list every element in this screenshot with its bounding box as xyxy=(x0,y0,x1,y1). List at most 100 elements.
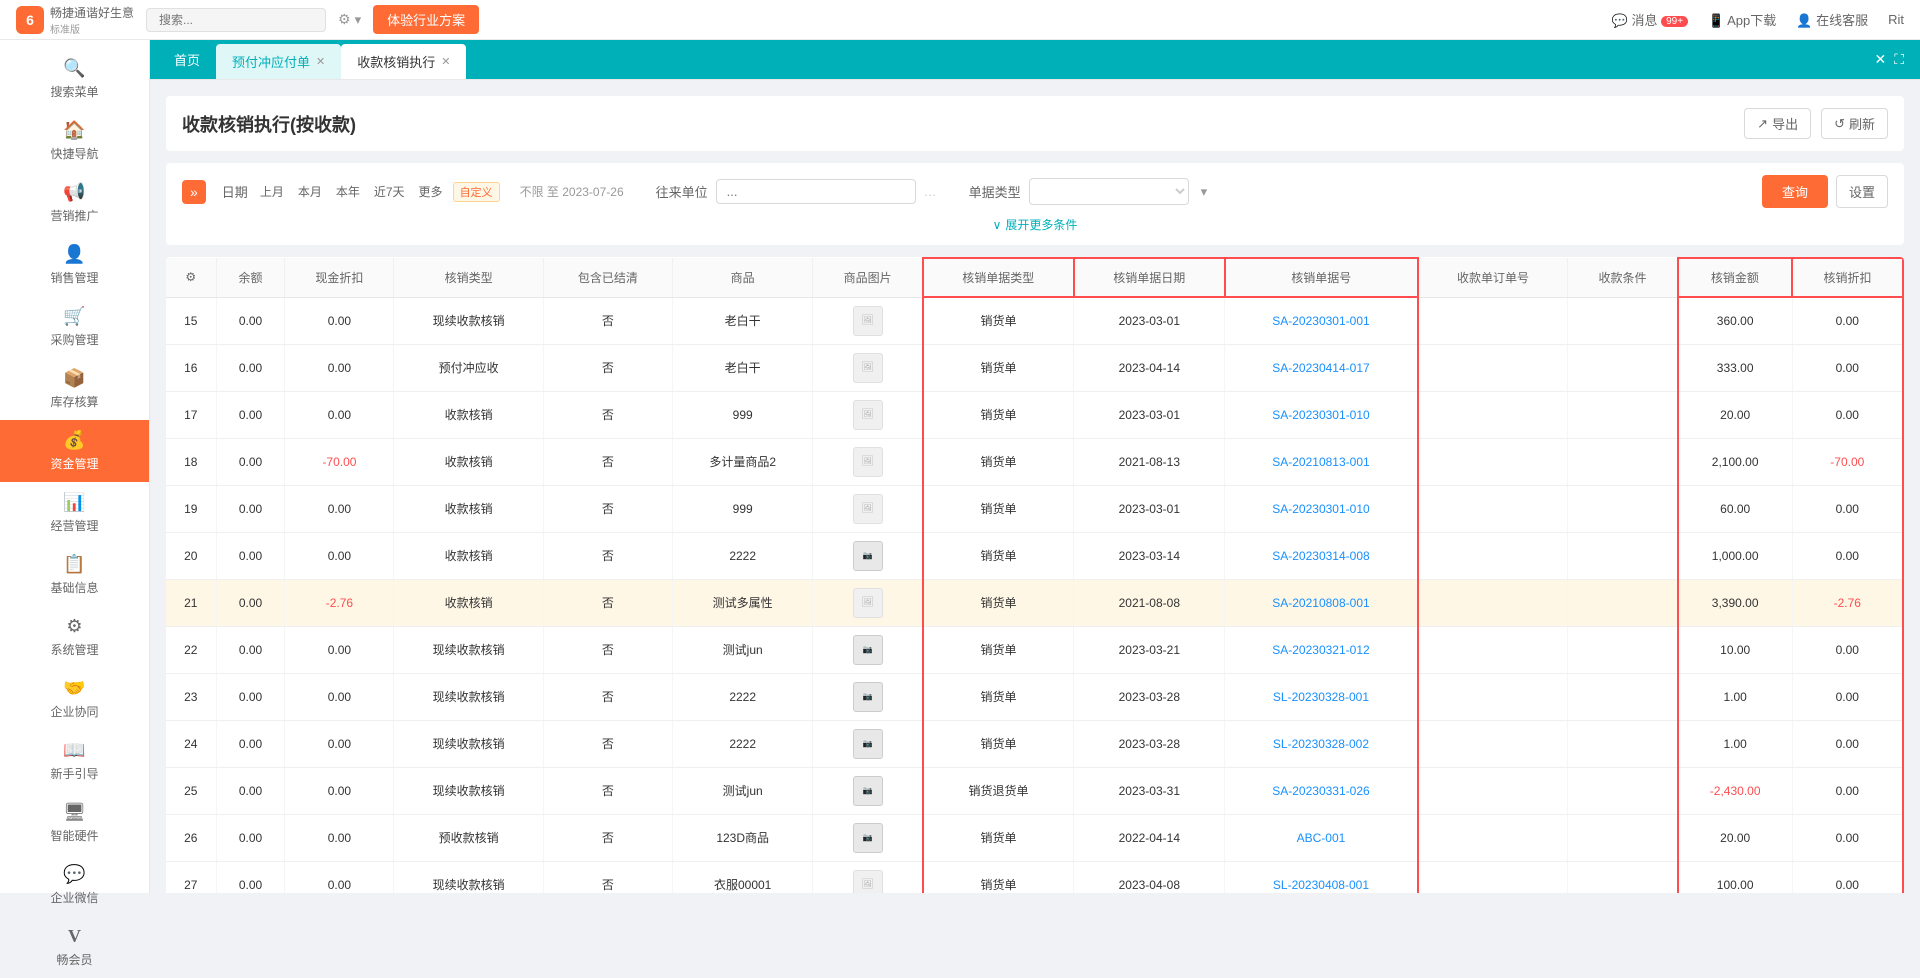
refresh-btn[interactable]: ↺ 刷新 xyxy=(1821,108,1888,139)
query-btn[interactable]: 查询 xyxy=(1762,175,1828,208)
expand-more-btn[interactable]: ∨ 展开更多条件 xyxy=(993,216,1078,233)
cell-cash-discount: 0.00 xyxy=(285,485,394,532)
goods-img-placeholder: 🖼 xyxy=(853,870,883,894)
sidebar-item-wechat[interactable]: 💬 企业微信 xyxy=(0,854,149,916)
cell-verify-amount: 60.00 xyxy=(1678,485,1792,532)
th-settings[interactable]: ⚙ xyxy=(166,258,216,297)
app-download-btn[interactable]: 📱 App下载 xyxy=(1708,10,1776,29)
cell-verify-discount: 0.00 xyxy=(1792,344,1903,391)
th-verify-discount: 核销折扣 xyxy=(1792,258,1903,297)
sidebar-item-label: 企业微信 xyxy=(50,889,98,906)
cell-goods: 999 xyxy=(672,391,812,438)
cell-include-settled: 否 xyxy=(543,344,672,391)
cell-receipt-order-no xyxy=(1418,532,1568,579)
sidebar-item-ops-mgmt[interactable]: 📊 经营管理 xyxy=(0,482,149,544)
unit-input[interactable] xyxy=(716,179,916,204)
bill-no-link[interactable]: SL-20230328-001 xyxy=(1273,690,1369,704)
table-row: 16 0.00 0.00 预付冲应收 否 老白干 🖼 销货单 2023-04-1… xyxy=(166,344,1903,391)
cell-cash-discount: -70.00 xyxy=(285,438,394,485)
date-option-7days[interactable]: 近7天 xyxy=(370,181,409,202)
bill-no-link[interactable]: SA-20230301-010 xyxy=(1272,408,1369,422)
cell-no: 27 xyxy=(166,861,216,893)
tab-close-prepay[interactable]: ✕ xyxy=(316,55,325,68)
tab-home[interactable]: 首页 xyxy=(158,42,216,77)
cell-goods: 123D商品 xyxy=(672,814,812,861)
tab-close-collect-exec[interactable]: ✕ xyxy=(441,55,450,68)
sidebar-item-guide[interactable]: 📖 新手引导 xyxy=(0,730,149,792)
bill-no-link[interactable]: SA-20230314-008 xyxy=(1272,549,1369,563)
cell-receipt-order-no xyxy=(1418,767,1568,814)
cell-verify-amount: 2,100.00 xyxy=(1678,438,1792,485)
cell-goods-img: 🖼 xyxy=(813,344,923,391)
bill-no-link[interactable]: SL-20230408-001 xyxy=(1273,878,1369,892)
collapse-filter-btn[interactable]: » xyxy=(182,180,206,204)
cell-verify-amount: 333.00 xyxy=(1678,344,1792,391)
filter-settings-btn[interactable]: 设置 xyxy=(1836,175,1888,208)
sidebar-item-search-menu[interactable]: 🔍 搜索菜单 xyxy=(0,48,149,110)
bill-no-link[interactable]: SA-20230321-012 xyxy=(1272,643,1369,657)
cell-goods-img: 📷 xyxy=(813,626,923,673)
online-service-btn[interactable]: 👤 在线客服 xyxy=(1796,10,1868,29)
sidebar-item-smart-hw[interactable]: 🖥 智能硬件 xyxy=(0,792,149,854)
bill-no-link[interactable]: SA-20230331-026 xyxy=(1272,784,1369,798)
tab-close-btn[interactable]: ✕ xyxy=(1874,51,1886,68)
dropdown-icon[interactable]: ▾ xyxy=(355,12,362,28)
cell-cash-discount: 0.00 xyxy=(285,767,394,814)
sidebar-item-quick-nav[interactable]: 🏠 快捷导航 xyxy=(0,110,149,172)
cell-receipt-order-no xyxy=(1418,297,1568,344)
date-option-this-month[interactable]: 本月 xyxy=(294,181,326,202)
cell-verify-bill-no: SA-20210813-001 xyxy=(1225,438,1418,485)
sidebar-item-fund-mgmt[interactable]: 💰 资金管理 xyxy=(0,420,149,482)
bill-no-link[interactable]: SA-20230301-010 xyxy=(1272,502,1369,516)
cell-receipt-condition xyxy=(1568,767,1678,814)
search-input[interactable] xyxy=(146,8,326,32)
cell-verify-bill-type: 销货单 xyxy=(923,626,1074,673)
cell-verify-type: 收款核销 xyxy=(394,438,543,485)
bill-no-link[interactable]: SA-20210808-001 xyxy=(1272,596,1369,610)
column-settings-icon[interactable]: ⚙ xyxy=(185,270,196,284)
bill-no-link[interactable]: SL-20230328-002 xyxy=(1273,737,1369,751)
cell-verify-amount: 360.00 xyxy=(1678,297,1792,344)
single-type-select[interactable] xyxy=(1029,178,1189,205)
cell-verify-discount: 0.00 xyxy=(1792,391,1903,438)
sidebar-item-sales-mgmt[interactable]: 👤 销售管理 xyxy=(0,234,149,296)
bill-no-link[interactable]: SA-20230414-017 xyxy=(1272,361,1369,375)
cell-receipt-condition xyxy=(1568,391,1678,438)
filter-dots[interactable]: … xyxy=(924,184,937,199)
goods-img: 📷 xyxy=(853,729,883,759)
cell-receipt-order-no xyxy=(1418,814,1568,861)
export-btn[interactable]: ↗ 导出 xyxy=(1744,108,1811,139)
sidebar-item-inventory[interactable]: 📦 库存核算 xyxy=(0,358,149,420)
bill-no-link[interactable]: ABC-001 xyxy=(1297,831,1346,845)
settings-icon[interactable]: ⚙ xyxy=(338,11,351,28)
tab-collect-exec[interactable]: 收款核销执行 ✕ xyxy=(341,44,466,79)
th-balance: 余额 xyxy=(216,258,285,297)
cell-verify-bill-no: SA-20210808-001 xyxy=(1225,579,1418,626)
industry-btn[interactable]: 体验行业方案 xyxy=(373,5,479,34)
sidebar-item-enterprise[interactable]: 🤝 企业协同 xyxy=(0,668,149,730)
sidebar-item-member[interactable]: V 畅会员 xyxy=(0,916,149,978)
sidebar-item-marketing[interactable]: 📢 营销推广 xyxy=(0,172,149,234)
sidebar-item-basic-info[interactable]: 📋 基础信息 xyxy=(0,544,149,606)
bill-no-link[interactable]: SA-20210813-001 xyxy=(1272,455,1369,469)
date-option-custom[interactable]: 自定义 xyxy=(453,182,500,202)
cell-verify-amount: 1.00 xyxy=(1678,673,1792,720)
tab-expand-btn[interactable]: ⛶ xyxy=(1894,51,1904,68)
single-type-label: 单据类型 xyxy=(969,182,1021,201)
goods-img-placeholder: 🖼 xyxy=(853,588,883,618)
sidebar-item-purchase-mgmt[interactable]: 🛒 采购管理 xyxy=(0,296,149,358)
bill-no-link[interactable]: SA-20230301-001 xyxy=(1272,314,1369,328)
messages-btn[interactable]: 💬 消息 99+ xyxy=(1612,10,1688,29)
sidebar-item-sys-mgmt[interactable]: ⚙ 系统管理 xyxy=(0,606,149,668)
expand-row: ∨ 展开更多条件 xyxy=(182,216,1888,233)
sidebar-item-label: 搜索菜单 xyxy=(50,83,98,100)
page-header: 收款核销执行(按收款) ↗ 导出 ↺ 刷新 xyxy=(166,96,1904,151)
date-option-last-month[interactable]: 上月 xyxy=(256,181,288,202)
date-option-more[interactable]: 更多 xyxy=(415,181,447,202)
cell-receipt-order-no xyxy=(1418,720,1568,767)
cell-receipt-condition xyxy=(1568,626,1678,673)
tab-prepay[interactable]: 预付冲应付单 ✕ xyxy=(216,44,341,79)
date-option-this-year[interactable]: 本年 xyxy=(332,181,364,202)
cell-verify-type: 收款核销 xyxy=(394,485,543,532)
cell-cash-discount: 0.00 xyxy=(285,391,394,438)
